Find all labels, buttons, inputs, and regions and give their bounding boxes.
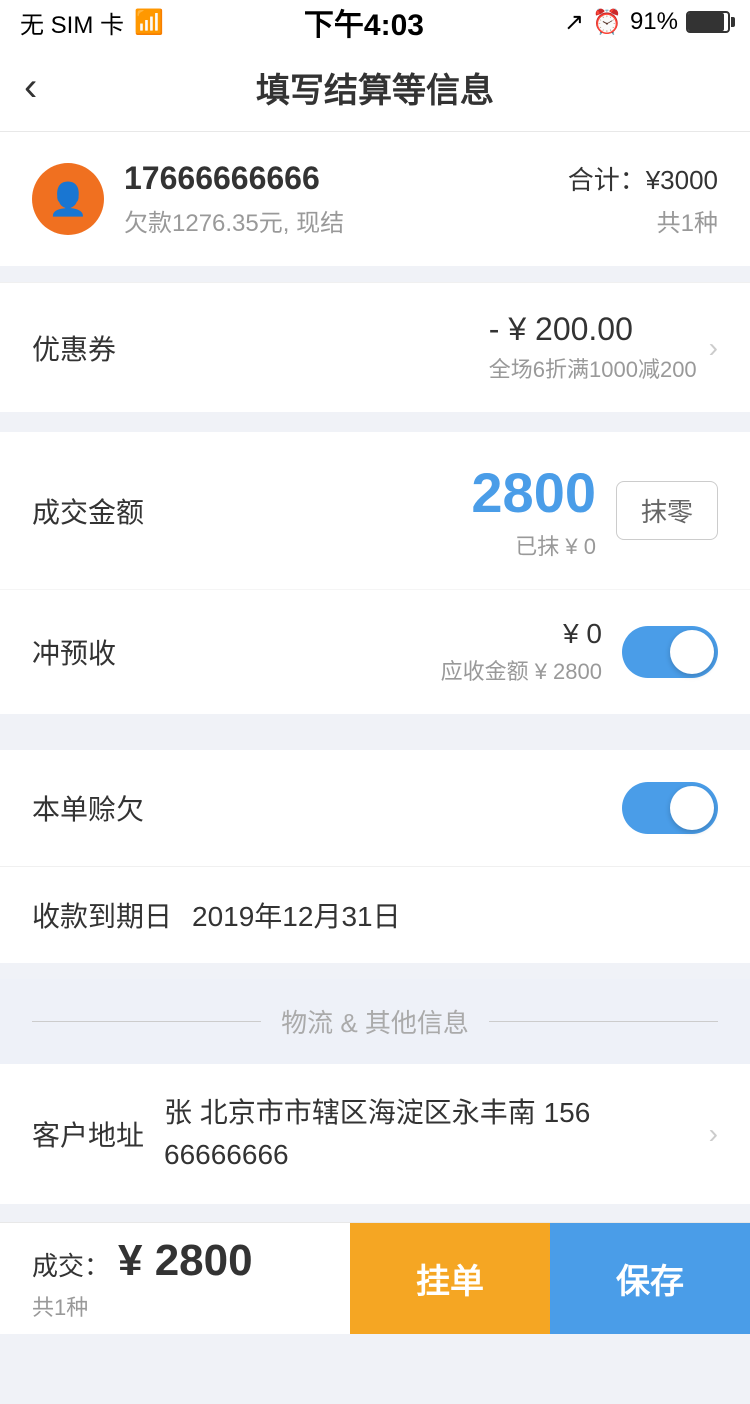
advance-right: ¥ 0 应收金额 ¥ 2800 xyxy=(441,618,718,686)
avatar: 👤 xyxy=(32,163,104,235)
advance-sub: 应收金额 ¥ 2800 xyxy=(441,654,602,686)
location-icon: ↗ xyxy=(564,8,584,37)
debt-toggle[interactable] xyxy=(622,782,718,834)
address-chevron-icon: › xyxy=(709,1118,718,1150)
amount-label: 成交金额 xyxy=(32,491,144,531)
address-label: 客户地址 xyxy=(32,1114,144,1154)
chevron-right-icon: › xyxy=(709,332,718,364)
coupon-value-block: - ¥ 200.00 全场6折满1000减200 xyxy=(489,311,697,384)
main-content: 👤 17666666666 欠款1276.35元, 现结 合计：¥3000 共1… xyxy=(0,132,750,1404)
avatar-icon: 👤 xyxy=(48,180,88,218)
date-row: 收款到期日 2019年12月31日 xyxy=(0,866,750,963)
address-row[interactable]: 客户地址 张 北京市市辖区海淀区永丰南 156 66666666 › xyxy=(0,1064,750,1204)
customer-total: 合计：¥3000 共1种 xyxy=(568,160,718,238)
status-bar: 无 SIM 卡 📶 下午4:03 ↗ ⏰ 91% xyxy=(0,0,750,44)
debt-toggle-knob xyxy=(670,786,714,830)
footer: 成交： ¥ 2800 共1种 挂单 保存 xyxy=(0,1222,750,1334)
customer-phone: 17666666666 xyxy=(124,160,344,197)
date-label: 收款到期日 xyxy=(32,895,172,935)
footer-amount-row: 成交： ¥ 2800 xyxy=(32,1236,318,1286)
total-count: 共1种 xyxy=(568,203,718,238)
logistics-divider: 物流 & 其他信息 xyxy=(0,979,750,1064)
save-button[interactable]: 保存 xyxy=(550,1223,750,1334)
date-value: 2019年12月31日 xyxy=(192,895,401,935)
debt-section: 本单赊欠 收款到期日 2019年12月31日 xyxy=(0,750,750,963)
section-divider-2 xyxy=(0,714,750,734)
footer-label: 成交： xyxy=(32,1246,110,1283)
toggle-knob xyxy=(670,630,714,674)
battery-icon xyxy=(686,11,730,33)
coupon-right: - ¥ 200.00 全场6折满1000减200 › xyxy=(489,311,718,384)
footer-amount: ¥ 2800 xyxy=(118,1236,253,1286)
customer-card: 👤 17666666666 欠款1276.35元, 现结 合计：¥3000 共1… xyxy=(0,132,750,266)
time-label: 下午4:03 xyxy=(304,0,424,44)
advance-toggle[interactable] xyxy=(622,626,718,678)
logistics-text: 物流 & 其他信息 xyxy=(281,1003,469,1040)
page-title: 填写结算等信息 xyxy=(256,63,494,112)
wifi-icon: 📶 xyxy=(134,8,164,37)
divider-line-right xyxy=(489,1021,718,1022)
amount-sub: 已抹 ¥ 0 xyxy=(471,529,596,561)
debt-label: 本单赊欠 xyxy=(32,788,144,828)
footer-info: 成交： ¥ 2800 共1种 xyxy=(0,1223,350,1334)
advance-label: 冲预收 xyxy=(32,632,116,672)
customer-debt: 欠款1276.35元, 现结 xyxy=(124,203,344,238)
carrier-label: 无 SIM 卡 xyxy=(20,5,124,40)
advance-row: 冲预收 ¥ 0 应收金额 ¥ 2800 xyxy=(0,590,750,714)
coupon-desc: 全场6折满1000减200 xyxy=(489,352,697,384)
debt-row: 本单赊欠 xyxy=(0,750,750,866)
amount-row: 成交金额 2800 已抹 ¥ 0 抹零 xyxy=(0,432,750,590)
nav-bar: ‹ 填写结算等信息 xyxy=(0,44,750,132)
status-right: ↗ ⏰ 91% xyxy=(564,8,730,37)
amount-value: 2800 xyxy=(471,460,596,525)
back-icon: ‹ xyxy=(24,65,37,110)
coupon-label: 优惠券 xyxy=(32,328,116,368)
round-button[interactable]: 抹零 xyxy=(616,481,718,540)
coupon-value: - ¥ 200.00 xyxy=(489,311,697,348)
advance-values: ¥ 0 应收金额 ¥ 2800 xyxy=(441,618,602,686)
section-divider-1 xyxy=(0,412,750,432)
customer-left: 👤 17666666666 欠款1276.35元, 现结 xyxy=(32,160,344,238)
amount-value-col: 2800 已抹 ¥ 0 xyxy=(471,460,596,561)
advance-amount: ¥ 0 xyxy=(441,618,602,650)
status-left: 无 SIM 卡 📶 xyxy=(20,5,164,40)
coupon-row[interactable]: 优惠券 - ¥ 200.00 全场6折满1000减200 › xyxy=(0,282,750,412)
alarm-icon: ⏰ xyxy=(592,8,622,37)
footer-count: 共1种 xyxy=(32,1290,318,1322)
logistics-section: 物流 & 其他信息 客户地址 张 北京市市辖区海淀区永丰南 156 666666… xyxy=(0,979,750,1204)
total-label: 合计：¥3000 xyxy=(568,160,718,197)
amount-right-col: 2800 已抹 ¥ 0 抹零 xyxy=(471,460,718,561)
address-value: 张 北京市市辖区海淀区永丰南 156 66666666 xyxy=(164,1092,689,1176)
pending-button[interactable]: 挂单 xyxy=(350,1223,550,1334)
amount-section: 成交金额 2800 已抹 ¥ 0 抹零 冲预收 ¥ 0 应收金额 ¥ 2800 xyxy=(0,432,750,714)
back-button[interactable]: ‹ xyxy=(24,65,37,110)
divider-line-left xyxy=(32,1021,261,1022)
customer-info: 17666666666 欠款1276.35元, 现结 xyxy=(124,160,344,238)
battery-percent: 91% xyxy=(630,8,678,36)
